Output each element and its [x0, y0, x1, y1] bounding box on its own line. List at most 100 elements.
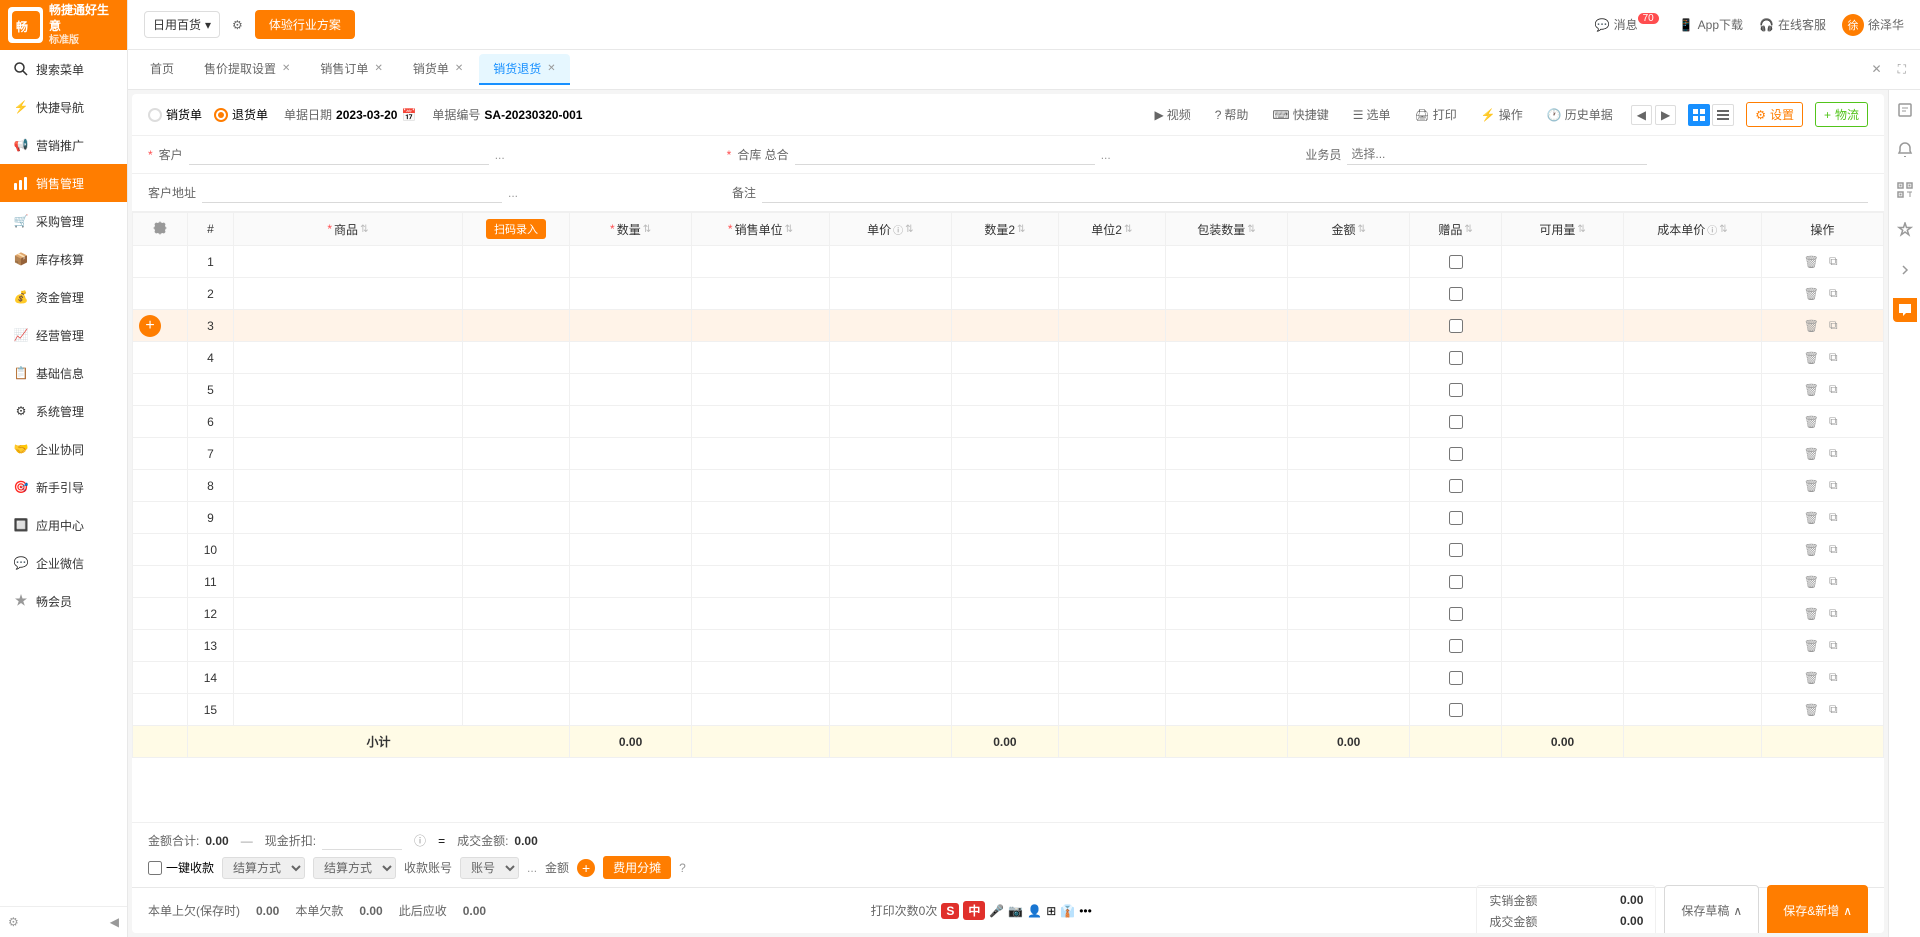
sidebar-item-wechat[interactable]: 💬 企业微信 — [0, 544, 127, 582]
prev-btn[interactable]: ◀ — [1631, 105, 1652, 125]
row-copy-5[interactable]: ⧉ — [1824, 381, 1842, 399]
row-qty2-8[interactable] — [951, 470, 1058, 502]
row-amount-3[interactable] — [1288, 310, 1410, 342]
sidebar-item-apps[interactable]: 🔲 应用中心 — [0, 506, 127, 544]
row-cost-12[interactable] — [1624, 598, 1762, 630]
row-delete-2[interactable]: 🗑 — [1802, 285, 1820, 303]
save-new-btn[interactable]: 保存&新增 ∧ — [1767, 885, 1868, 934]
row-product-13[interactable] — [233, 630, 462, 662]
tab-sales-order[interactable]: 销售订单 ✕ — [306, 54, 396, 85]
right-expand-icon[interactable] — [1893, 258, 1917, 282]
row-delete-12[interactable]: 🗑 — [1802, 605, 1820, 623]
row-qty-4[interactable] — [569, 342, 691, 374]
staff-input[interactable] — [1347, 144, 1647, 165]
radio-sale[interactable]: 销货单 — [148, 106, 202, 123]
row-cost-14[interactable] — [1624, 662, 1762, 694]
row-product-12[interactable] — [233, 598, 462, 630]
product-input-7[interactable] — [240, 447, 456, 461]
tool-clothes[interactable]: 👔 — [1060, 904, 1075, 918]
row-pack-14[interactable] — [1165, 662, 1287, 694]
gift-check-2[interactable] — [1449, 287, 1463, 301]
tab-close-price[interactable]: ✕ — [282, 63, 290, 74]
row-amount-11[interactable] — [1288, 566, 1410, 598]
row-avail-11[interactable] — [1501, 566, 1623, 598]
row-price-3[interactable] — [829, 310, 951, 342]
row-qty-8[interactable] — [569, 470, 691, 502]
sidebar-item-inventory[interactable]: 📦 库存核算 — [0, 240, 127, 278]
row-copy-2[interactable]: ⧉ — [1824, 285, 1842, 303]
row-price-4[interactable] — [829, 342, 951, 374]
row-delete-11[interactable]: 🗑 — [1802, 573, 1820, 591]
sidebar-item-member[interactable]: 畅会员 — [0, 582, 127, 620]
row-avail-14[interactable] — [1501, 662, 1623, 694]
row-avail-2[interactable] — [1501, 278, 1623, 310]
row-cost-3[interactable] — [1624, 310, 1762, 342]
row-price-12[interactable] — [829, 598, 951, 630]
row-qty2-9[interactable] — [951, 502, 1058, 534]
row-amount-8[interactable] — [1288, 470, 1410, 502]
row-avail-13[interactable] — [1501, 630, 1623, 662]
product-input-12[interactable] — [240, 607, 456, 621]
row-product-5[interactable] — [233, 374, 462, 406]
shortcut-btn[interactable]: ⌨ 快捷键 — [1266, 104, 1334, 125]
row-amount-1[interactable] — [1288, 246, 1410, 278]
row-amount-2[interactable] — [1288, 278, 1410, 310]
sidebar-item-search[interactable]: 搜索菜单 — [0, 50, 127, 88]
row-copy-10[interactable]: ⧉ — [1824, 541, 1842, 559]
save-draft-btn[interactable]: 保存草稿 ∧ — [1664, 885, 1759, 934]
row-qty2-2[interactable] — [951, 278, 1058, 310]
row-copy-13[interactable]: ⧉ — [1824, 637, 1842, 655]
row-qty2-11[interactable] — [951, 566, 1058, 598]
notification-btn[interactable]: 💬 消息 70 — [1595, 16, 1663, 33]
right-bookmark-icon[interactable] — [1893, 218, 1917, 242]
row-pack-15[interactable] — [1165, 694, 1287, 726]
settings-toolbar-btn[interactable]: ⚙ 设置 — [1746, 102, 1803, 127]
row-copy-12[interactable]: ⧉ — [1824, 605, 1842, 623]
row-unit-14[interactable] — [692, 662, 830, 694]
tool-cam[interactable]: 📷 — [1008, 904, 1023, 918]
sidebar-item-newbie[interactable]: 🎯 新手引导 — [0, 468, 127, 506]
row-avail-9[interactable] — [1501, 502, 1623, 534]
product-input-14[interactable] — [240, 671, 456, 685]
row-qty2-14[interactable] — [951, 662, 1058, 694]
row-copy-14[interactable]: ⧉ — [1824, 669, 1842, 687]
row-delete-15[interactable]: 🗑 — [1802, 701, 1820, 719]
nav-selector[interactable]: 日用百货 ▾ — [144, 11, 220, 38]
select-btn[interactable]: ☰ 选单 — [1347, 104, 1397, 125]
sidebar-item-sales[interactable]: 销售管理 — [0, 164, 127, 202]
gift-check-9[interactable] — [1449, 511, 1463, 525]
row-qty2-4[interactable] — [951, 342, 1058, 374]
row-qty2-5[interactable] — [951, 374, 1058, 406]
gift-check-10[interactable] — [1449, 543, 1463, 557]
row-product-9[interactable] — [233, 502, 462, 534]
logistics-btn[interactable]: + 物流 — [1815, 102, 1868, 127]
row-qty-9[interactable] — [569, 502, 691, 534]
customer-dots[interactable]: ... — [495, 148, 505, 162]
gift-check-4[interactable] — [1449, 351, 1463, 365]
next-btn[interactable]: ▶ — [1655, 105, 1676, 125]
product-input-15[interactable] — [240, 703, 456, 717]
row-amount-5[interactable] — [1288, 374, 1410, 406]
row-qty-2[interactable] — [569, 278, 691, 310]
warehouse-input[interactable] — [795, 144, 1095, 165]
row-qty-12[interactable] — [569, 598, 691, 630]
row-delete-14[interactable]: 🗑 — [1802, 669, 1820, 687]
row-unit2-3[interactable] — [1058, 310, 1165, 342]
row-unit2-6[interactable] — [1058, 406, 1165, 438]
row-unit2-9[interactable] — [1058, 502, 1165, 534]
discount-input[interactable] — [322, 831, 402, 850]
row-delete-13[interactable]: 🗑 — [1802, 637, 1820, 655]
th-scan[interactable]: 扫码录入 — [463, 213, 570, 246]
tab-home[interactable]: 首页 — [136, 54, 188, 85]
row-unit2-14[interactable] — [1058, 662, 1165, 694]
add-fee-btn[interactable]: + — [577, 859, 595, 877]
product-input-6[interactable] — [240, 415, 456, 429]
gift-check-11[interactable] — [1449, 575, 1463, 589]
maximize-icon[interactable]: ⛶ — [1892, 60, 1912, 79]
row-qty-5[interactable] — [569, 374, 691, 406]
row-avail-7[interactable] — [1501, 438, 1623, 470]
row-qty2-3[interactable] — [951, 310, 1058, 342]
gift-check-8[interactable] — [1449, 479, 1463, 493]
tab-close-slip[interactable]: ✕ — [455, 63, 463, 74]
history-btn[interactable]: 🕐 历史单据 — [1541, 104, 1619, 125]
